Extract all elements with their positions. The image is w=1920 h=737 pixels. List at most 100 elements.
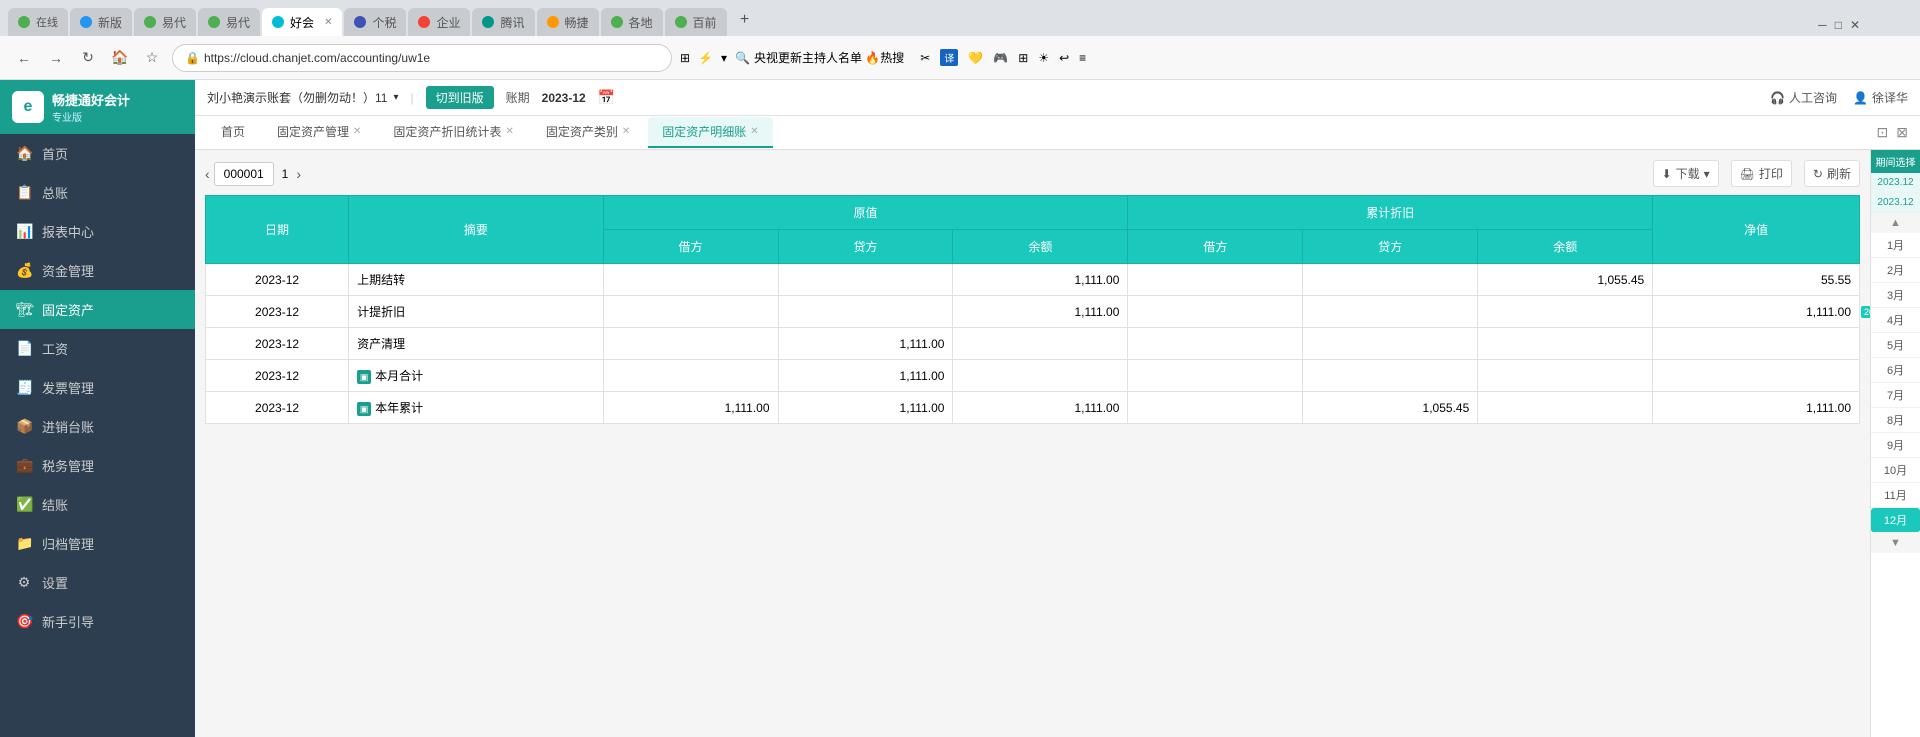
period-year1[interactable]: 2023.12 (1871, 173, 1920, 193)
invoice-icon: 🧾 (16, 379, 32, 396)
sidebar-item-archive[interactable]: 📁 归档管理 (0, 524, 195, 563)
tab-fixed-asset-mgmt[interactable]: 固定资产管理 ✕ (263, 117, 375, 148)
tax-icon: 💼 (16, 457, 32, 474)
home-btn[interactable]: 🏠 (108, 46, 132, 70)
tab-haohui[interactable]: 好会 ✕ (262, 8, 342, 36)
tab-asset-detail-ledger[interactable]: 固定资产明细账 ✕ (648, 117, 772, 148)
topbar-right: 🎧 人工咨询 👤 徐译华 (1770, 89, 1908, 106)
tab-close-fixed-asset-mgmt[interactable]: ✕ (353, 126, 361, 137)
sidebar-item-settings[interactable]: ⚙ 设置 (0, 563, 195, 602)
sidebar-item-purchase-sales[interactable]: 📦 进销台账 (0, 407, 195, 446)
period-month-10[interactable]: 10月 (1871, 458, 1920, 483)
settings-icon[interactable]: ☀ (1038, 51, 1049, 65)
period-month-12[interactable]: 12月 (1871, 508, 1920, 533)
print-btn[interactable]: 🖨 打印 (1731, 160, 1792, 187)
bookmark-btn[interactable]: ☆ (140, 46, 164, 70)
nav-actions: ⬇ 下载 ▾ 🖨 打印 ↻ 刷新 (1653, 160, 1860, 187)
maximize-btn[interactable]: □ (1835, 18, 1842, 32)
menu-icon[interactable]: ≡ (1079, 51, 1086, 65)
undo-icon[interactable]: ↩ (1059, 51, 1069, 65)
period-month-1[interactable]: 1月 (1871, 233, 1920, 258)
company-selector[interactable]: 刘小艳演示账套（勿删勿动！）11 ▾ (207, 89, 399, 106)
period-month-11[interactable]: 11月 (1871, 483, 1920, 508)
period-month-6[interactable]: 6月 (1871, 358, 1920, 383)
page-num: 1 (282, 167, 289, 181)
dropdown-icon[interactable]: ▾ (721, 51, 727, 65)
ledger-icon: 📋 (16, 184, 32, 201)
customer-service-btn[interactable]: 🎧 人工咨询 (1770, 89, 1837, 106)
period-month-3[interactable]: 3月 (1871, 283, 1920, 308)
tab-close-depreciation-stats[interactable]: ✕ (505, 126, 513, 137)
shrink-icon[interactable]: ⊡ (1877, 124, 1889, 141)
period-year2[interactable]: 2023.12 (1871, 193, 1920, 213)
grid-icon[interactable]: ⊞ (680, 51, 690, 65)
tab-depreciation-stats[interactable]: 固定资产折旧统计表 ✕ (379, 117, 527, 148)
scissors-icon[interactable]: ✂ (920, 51, 930, 65)
sidebar-item-payroll[interactable]: 📄 工资 (0, 329, 195, 368)
tab-gedi[interactable]: 各地 (601, 8, 663, 36)
reload-btn[interactable]: ↻ (76, 46, 100, 70)
apps-icon[interactable]: ⊞ (1018, 51, 1028, 65)
tab-close-asset-detail-ledger[interactable]: ✕ (750, 126, 758, 137)
calendar-icon[interactable]: 📅 (598, 89, 615, 106)
period-month-2[interactable]: 2月 (1871, 258, 1920, 283)
sidebar-item-invoice[interactable]: 🧾 发票管理 (0, 368, 195, 407)
minimize-btn[interactable]: ─ (1818, 18, 1827, 32)
back-btn[interactable]: ← (12, 46, 36, 70)
translate-icon[interactable]: 译 (940, 49, 958, 66)
sidebar-item-tax[interactable]: 💼 税务管理 (0, 446, 195, 485)
col-original-value: 原值 (603, 196, 1128, 230)
sidebar-item-general-ledger[interactable]: 📋 总账 (0, 173, 195, 212)
company-name: 刘小艳演示账套（勿删勿动！）11 (207, 89, 387, 106)
prev-page-btn[interactable]: ‹ (205, 166, 210, 182)
close-btn[interactable]: ✕ (1850, 18, 1860, 32)
period-month-7[interactable]: 7月 (1871, 383, 1920, 408)
sidebar-item-tutorial[interactable]: 🎯 新手引导 (0, 602, 195, 641)
page-tabs: 首页 固定资产管理 ✕ 固定资产折旧统计表 ✕ 固定资产类别 ✕ 固定资产明细账… (195, 116, 1920, 150)
download-btn[interactable]: ⬇ 下载 ▾ (1653, 160, 1719, 187)
sidebar-item-fixed-assets[interactable]: 🏗 固定资产 (0, 290, 195, 329)
up-btn[interactable]: ▲ (1871, 213, 1920, 233)
tab-tengxun[interactable]: 腾讯 (472, 8, 534, 36)
next-page-btn[interactable]: › (296, 166, 301, 182)
switch-version-btn[interactable]: 切到旧版 (426, 86, 494, 109)
period-month-9[interactable]: 9月 (1871, 433, 1920, 458)
archive-icon: 📁 (16, 535, 32, 552)
tab-zaixian[interactable]: 在线 (8, 8, 68, 36)
sidebar-item-report-center[interactable]: 📊 报表中心 (0, 212, 195, 251)
new-tab-btn[interactable]: + (733, 8, 757, 32)
tab-close-asset-category[interactable]: ✕ (622, 126, 630, 137)
tab-xinban[interactable]: 新版 (70, 8, 132, 36)
refresh-btn[interactable]: ↻ 刷新 (1804, 160, 1860, 187)
page-input[interactable] (214, 162, 274, 186)
lightning-icon[interactable]: ⚡ (698, 51, 713, 65)
period-month-4[interactable]: 4月 (1871, 308, 1920, 333)
tab-changjie[interactable]: 畅捷 (537, 8, 599, 36)
tab-asset-category[interactable]: 固定资产类别 ✕ (532, 117, 644, 148)
sidebar-item-closing[interactable]: ✅ 结账 (0, 485, 195, 524)
user-profile[interactable]: 👤 徐译华 (1853, 89, 1908, 106)
period-month-8[interactable]: 8月 (1871, 408, 1920, 433)
tab-yidai1[interactable]: 易代 (134, 8, 196, 36)
address-bar[interactable]: 🔒 https://cloud.chanjet.com/accounting/u… (172, 44, 672, 72)
game-icon[interactable]: 🎮 (993, 51, 1008, 65)
tab-close-haohui[interactable]: ✕ (324, 17, 332, 28)
sidebar-item-fund-management[interactable]: 💰 资金管理 (0, 251, 195, 290)
tab-qiye[interactable]: 企业 (408, 8, 470, 36)
expand-icon[interactable]: ⊠ (1896, 124, 1908, 141)
wallet-icon[interactable]: 💛 (968, 51, 983, 65)
table-row: 2023-12 ▣本年累计 1,111.00 1,111.00 1,111.00… (206, 392, 1860, 424)
ledger-table: 日期 摘要 原值 累计折旧 净值 借方 贷方 余额 借方 贷方 余额 (205, 195, 1860, 424)
tab-yidai2[interactable]: 易代 (198, 8, 260, 36)
headset-icon: 🎧 (1770, 91, 1785, 105)
tab-baiqian[interactable]: 百前 (665, 8, 727, 36)
period-panel-title: 期间选择 (1871, 150, 1920, 173)
app-topbar: 刘小艳演示账套（勿删勿动！）11 ▾ | 切到旧版 账期 2023-12 📅 🎧… (195, 80, 1920, 116)
tab-home[interactable]: 首页 (207, 117, 259, 148)
forward-btn[interactable]: → (44, 46, 68, 70)
sidebar-item-home[interactable]: 🏠 首页 (0, 134, 195, 173)
period-month-5[interactable]: 5月 (1871, 333, 1920, 358)
tab-geishui[interactable]: 个税 (344, 8, 406, 36)
down-btn[interactable]: ▼ (1871, 533, 1920, 553)
sidebar-subtitle: 专业版 (52, 109, 130, 124)
